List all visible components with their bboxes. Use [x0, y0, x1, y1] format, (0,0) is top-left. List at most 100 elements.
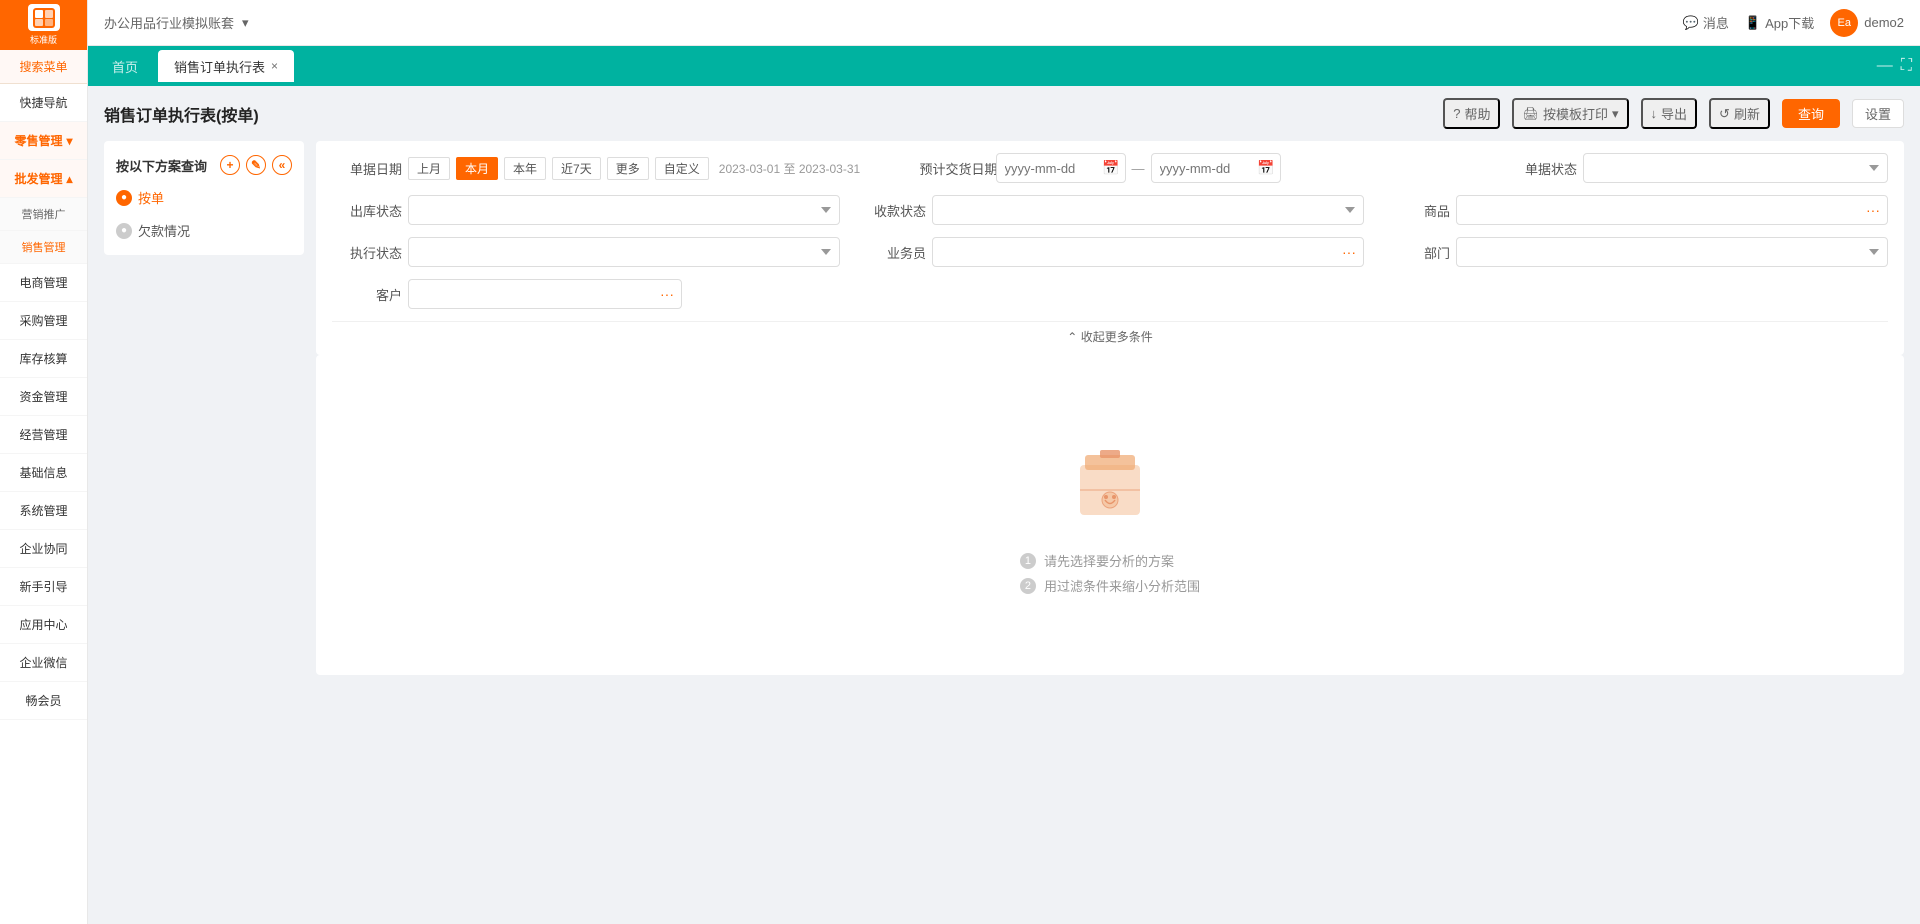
- logo-area: 标准版: [0, 0, 87, 50]
- print-arrow-icon: ▾: [1612, 106, 1619, 122]
- refresh-label: 刷新: [1734, 104, 1760, 123]
- plan-item-anpai[interactable]: ● 按单: [104, 181, 304, 214]
- wholesale-label: 批发管理: [14, 170, 62, 187]
- quick-nav-label: 快捷导航: [19, 96, 67, 110]
- date-range-text: 2023-03-01 至 2023-03-31: [719, 160, 860, 177]
- sidebar-item-basic[interactable]: 基础信息: [0, 454, 87, 492]
- add-plan-button[interactable]: +: [220, 155, 240, 175]
- appstore-label: 应用中心: [19, 618, 67, 632]
- left-panel: 按以下方案查询 + ✎ « ● 按单: [104, 141, 304, 255]
- order-status-select[interactable]: [1583, 153, 1888, 183]
- basic-label: 基础信息: [19, 466, 67, 480]
- sidebar-item-appstore[interactable]: 应用中心: [0, 606, 87, 644]
- help-button[interactable]: ? 帮助: [1443, 98, 1500, 129]
- sidebar-item-marketing[interactable]: 营销推广: [0, 198, 87, 231]
- filter-row-4: 客户 ···: [332, 279, 1888, 309]
- date-more-btn[interactable]: 更多: [607, 157, 649, 180]
- export-label: 导出: [1661, 104, 1687, 123]
- retail-label: 零售管理: [14, 132, 62, 149]
- app-download-button[interactable]: 📱 App下载: [1745, 13, 1814, 32]
- out-status-select[interactable]: [408, 195, 840, 225]
- refresh-icon: ↺: [1719, 106, 1730, 122]
- tab-close-icon[interactable]: ×: [271, 59, 278, 73]
- sidebar-item-enterprise[interactable]: 企业协同: [0, 530, 87, 568]
- date-custom-btn[interactable]: 自定义: [655, 157, 709, 180]
- date-last7-btn[interactable]: 近7天: [552, 157, 601, 180]
- exec-status-select[interactable]: [408, 237, 840, 267]
- expected-date-to-input[interactable]: [1151, 153, 1281, 183]
- sidebar-search[interactable]: 搜索菜单: [0, 50, 87, 84]
- date-cur-year-btn[interactable]: 本年: [504, 157, 546, 180]
- date-separator: —: [1132, 161, 1145, 176]
- receipt-status-label: 收款状态: [856, 201, 926, 220]
- search-label: 搜索菜单: [19, 60, 67, 74]
- tab-home[interactable]: 首页: [96, 50, 154, 82]
- export-button[interactable]: ↓ 导出: [1641, 98, 1698, 129]
- sidebar-item-system[interactable]: 系统管理: [0, 492, 87, 530]
- settings-label: 设置: [1865, 107, 1891, 122]
- tab-active[interactable]: 销售订单执行表 ×: [158, 50, 294, 82]
- date-label: 单据日期: [332, 159, 402, 178]
- product-input[interactable]: [1456, 195, 1888, 225]
- settings-button[interactable]: 设置: [1852, 99, 1904, 128]
- sidebar-item-inventory[interactable]: 库存核算: [0, 340, 87, 378]
- edit-plan-icon: ✎: [251, 158, 261, 172]
- empty-state: 1 请先选择要分析的方案 2 用过滤条件来缩小分析范围: [316, 355, 1904, 675]
- breadcrumb-arrow[interactable]: ▾: [242, 15, 249, 31]
- salesperson-label: 业务员: [856, 243, 926, 262]
- print-icon: 🖨: [1522, 106, 1539, 122]
- out-status-label: 出库状态: [332, 201, 402, 220]
- customer-input[interactable]: [408, 279, 682, 309]
- filter-row-2: 出库状态 收款状态: [332, 195, 1888, 225]
- tip-text-1: 请先选择要分析的方案: [1044, 551, 1174, 570]
- tab-minimize-icon[interactable]: —: [1877, 57, 1893, 75]
- sidebar-item-wechat[interactable]: 企业微信: [0, 644, 87, 682]
- plan-qiankuan-label: 欠款情况: [138, 221, 190, 240]
- sidebar-item-operations[interactable]: 经营管理: [0, 416, 87, 454]
- sidebar-item-member[interactable]: 畅会员: [0, 682, 87, 720]
- page-title: 销售订单执行表(按单): [104, 102, 259, 126]
- plan-item-qiankuan[interactable]: ● 欠款情况: [104, 214, 304, 247]
- edit-plan-button[interactable]: ✎: [246, 155, 266, 175]
- receipt-status-select[interactable]: [932, 195, 1364, 225]
- empty-tips: 1 请先选择要分析的方案 2 用过滤条件来缩小分析范围: [1020, 551, 1200, 595]
- user-label: demo2: [1864, 15, 1904, 30]
- sidebar-item-retail[interactable]: 零售管理 ▾: [0, 122, 87, 160]
- msg-button[interactable]: 💬 消息: [1683, 13, 1729, 32]
- header-left: 办公用品行业模拟账套 ▾: [104, 13, 249, 32]
- expected-date-label: 预计交货日期: [920, 159, 990, 178]
- salesperson-input[interactable]: [932, 237, 1364, 267]
- date-prev-month-btn[interactable]: 上月: [408, 157, 450, 180]
- sidebar-item-wholesale[interactable]: 批发管理 ▴: [0, 160, 87, 198]
- customer-label: 客户: [332, 285, 402, 304]
- app-label: App下载: [1765, 13, 1814, 32]
- plan-anpai-label: 按单: [138, 188, 164, 207]
- refresh-button[interactable]: ↺ 刷新: [1709, 98, 1770, 129]
- sidebar-item-sales[interactable]: 销售管理: [0, 231, 87, 264]
- salesperson-ellipsis-btn[interactable]: ···: [1342, 244, 1356, 260]
- avatar: Ea: [1830, 9, 1858, 37]
- filter-row-1: 单据日期 上月 本月 本年 近7天 更多 自定义 2023-03-01 至 20…: [332, 153, 1888, 183]
- expected-date-from-input[interactable]: [996, 153, 1126, 183]
- tab-maximize-icon[interactable]: ⛶: [1901, 57, 1912, 75]
- sidebar-item-finance[interactable]: 资金管理: [0, 378, 87, 416]
- content-area: 销售订单执行表(按单) ? 帮助 🖨 按模板打印 ▾ ↓ 导出 ↺ 刷新: [88, 86, 1920, 924]
- sidebar-item-purchase[interactable]: 采购管理: [0, 302, 87, 340]
- collapse-panel-button[interactable]: «: [272, 155, 292, 175]
- print-button[interactable]: 🖨 按模板打印 ▾: [1512, 98, 1628, 129]
- sidebar-item-ecommerce[interactable]: 电商管理: [0, 264, 87, 302]
- collapse-label: 收起更多条件: [1081, 330, 1153, 344]
- customer-ellipsis-btn[interactable]: ···: [660, 286, 674, 302]
- collapse-bar[interactable]: ⌃ 收起更多条件: [332, 321, 1888, 351]
- sidebar-item-quick-nav[interactable]: 快捷导航: [0, 84, 87, 122]
- sidebar-item-newbie[interactable]: 新手引导: [0, 568, 87, 606]
- date-cur-month-btn[interactable]: 本月: [456, 157, 498, 180]
- user-menu[interactable]: Ea demo2: [1830, 9, 1904, 37]
- product-ellipsis-btn[interactable]: ···: [1866, 202, 1880, 218]
- dept-select[interactable]: [1456, 237, 1888, 267]
- wechat-label: 企业微信: [19, 656, 67, 670]
- ecommerce-label: 电商管理: [19, 276, 67, 290]
- left-panel-header: 按以下方案查询 + ✎ «: [104, 149, 304, 181]
- query-button[interactable]: 查询: [1782, 99, 1840, 128]
- export-icon: ↓: [1651, 106, 1658, 121]
